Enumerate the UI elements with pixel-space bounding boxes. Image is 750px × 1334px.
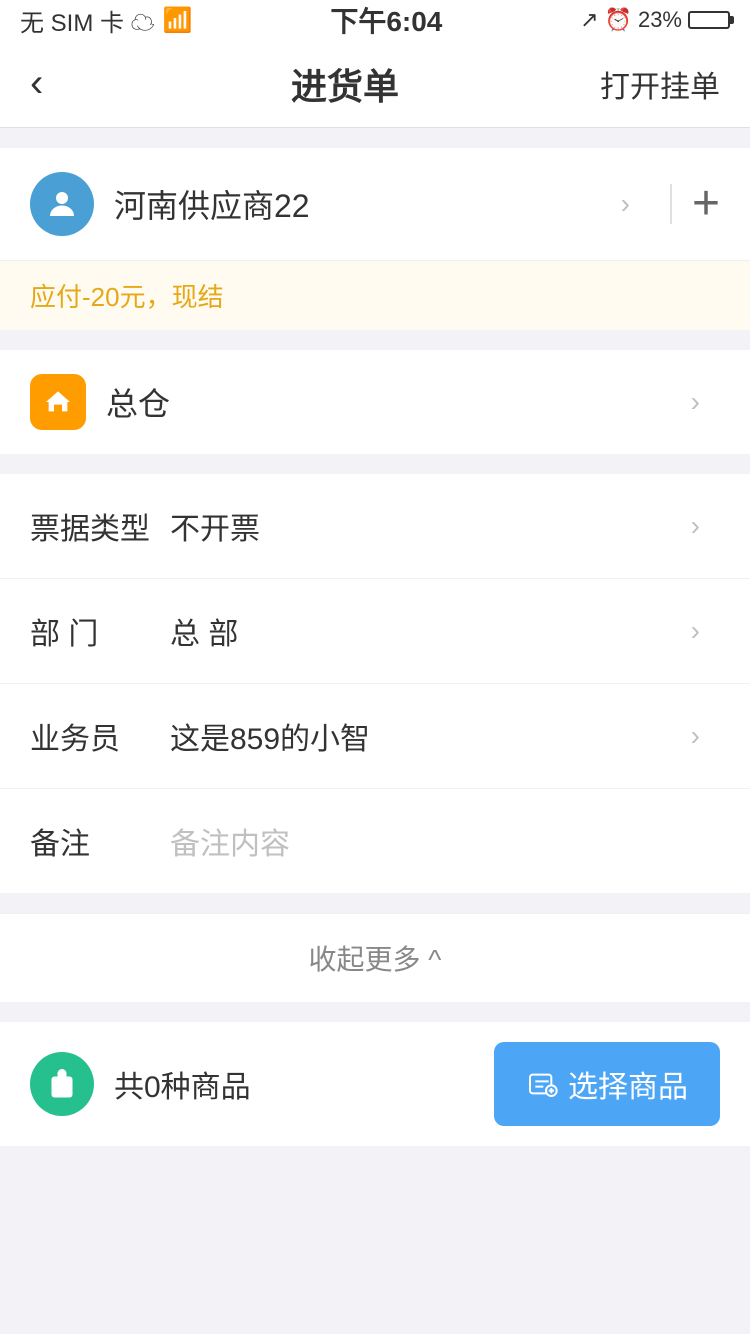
department-chevron-icon: › xyxy=(691,615,700,647)
battery-percentage: 23% xyxy=(638,7,682,33)
supplier-name: 河南供应商22 xyxy=(114,181,621,227)
salesperson-value: 这是859的小智 xyxy=(170,714,691,758)
department-row[interactable]: 部 门 总 部 › xyxy=(0,579,750,684)
add-supplier-button[interactable]: + xyxy=(692,180,720,228)
status-bar: 无 SIM 卡 ☁ 📶 下午6:04 ↗ ⏰ 23% xyxy=(0,0,750,40)
status-left: 无 SIM 卡 ☁ 📶 xyxy=(20,3,193,38)
select-product-button[interactable]: 选择商品 xyxy=(494,1042,720,1126)
product-count-label: 共0种商品 xyxy=(114,1062,494,1106)
select-product-icon xyxy=(526,1068,558,1100)
collapse-label: 收起更多 ^ xyxy=(309,938,442,978)
wifi-icon: 📶 xyxy=(163,6,193,35)
supplier-chevron-icon: › xyxy=(621,188,630,220)
notice-text: 应付-20元，现结 xyxy=(30,282,224,312)
bottom-bar: 共0种商品 选择商品 xyxy=(0,1022,750,1146)
invoice-type-row[interactable]: 票据类型 不开票 › xyxy=(0,474,750,579)
supplier-divider xyxy=(670,184,672,224)
status-right: ↗ ⏰ 23% xyxy=(580,7,730,33)
warehouse-chevron-icon: › xyxy=(691,386,700,418)
salesperson-chevron-icon: › xyxy=(691,720,700,752)
notice-bar: 应付-20元，现结 xyxy=(0,261,750,330)
status-time: 下午6:04 xyxy=(330,0,442,40)
location-icon: ↗ xyxy=(580,7,598,33)
remark-value: 备注内容 xyxy=(170,819,720,863)
invoice-chevron-icon: › xyxy=(691,510,700,542)
department-label: 部 门 xyxy=(30,609,150,653)
battery-icon xyxy=(688,11,730,29)
supplier-avatar xyxy=(30,172,94,236)
open-pending-button[interactable]: 打开挂单 xyxy=(600,62,720,106)
product-icon-wrap xyxy=(30,1052,94,1116)
person-icon xyxy=(44,186,80,222)
supplier-section: 河南供应商22 › + 应付-20元，现结 xyxy=(0,148,750,330)
invoice-type-label: 票据类型 xyxy=(30,504,150,548)
warehouse-section: 总仓 › xyxy=(0,350,750,454)
warehouse-row[interactable]: 总仓 › xyxy=(0,350,750,454)
invoice-type-value: 不开票 xyxy=(170,504,691,548)
sim-label: 无 SIM 卡 ☁ xyxy=(20,3,155,38)
remark-row[interactable]: 备注 备注内容 xyxy=(0,789,750,893)
department-value: 总 部 xyxy=(170,609,691,653)
remark-label: 备注 xyxy=(30,819,150,863)
warehouse-icon-wrap xyxy=(30,374,86,430)
supplier-row[interactable]: 河南供应商22 › + xyxy=(0,148,750,261)
salesperson-label: 业务员 xyxy=(30,714,150,758)
salesperson-row[interactable]: 业务员 这是859的小智 › xyxy=(0,684,750,789)
warehouse-name: 总仓 xyxy=(106,379,691,425)
house-icon xyxy=(42,386,74,418)
nav-bar: ‹ 进货单 打开挂单 xyxy=(0,40,750,128)
back-button[interactable]: ‹ xyxy=(30,61,90,106)
mid-divider1 xyxy=(0,330,750,350)
select-product-label: 选择商品 xyxy=(568,1062,688,1106)
page-title: 进货单 xyxy=(291,58,399,110)
alarm-icon: ⏰ xyxy=(605,7,632,33)
shopping-bag-icon xyxy=(44,1066,80,1102)
form-section: 票据类型 不开票 › 部 门 总 部 › 业务员 这是859的小智 › 备注 备… xyxy=(0,474,750,893)
collapse-row[interactable]: 收起更多 ^ xyxy=(0,913,750,1002)
top-divider xyxy=(0,128,750,148)
